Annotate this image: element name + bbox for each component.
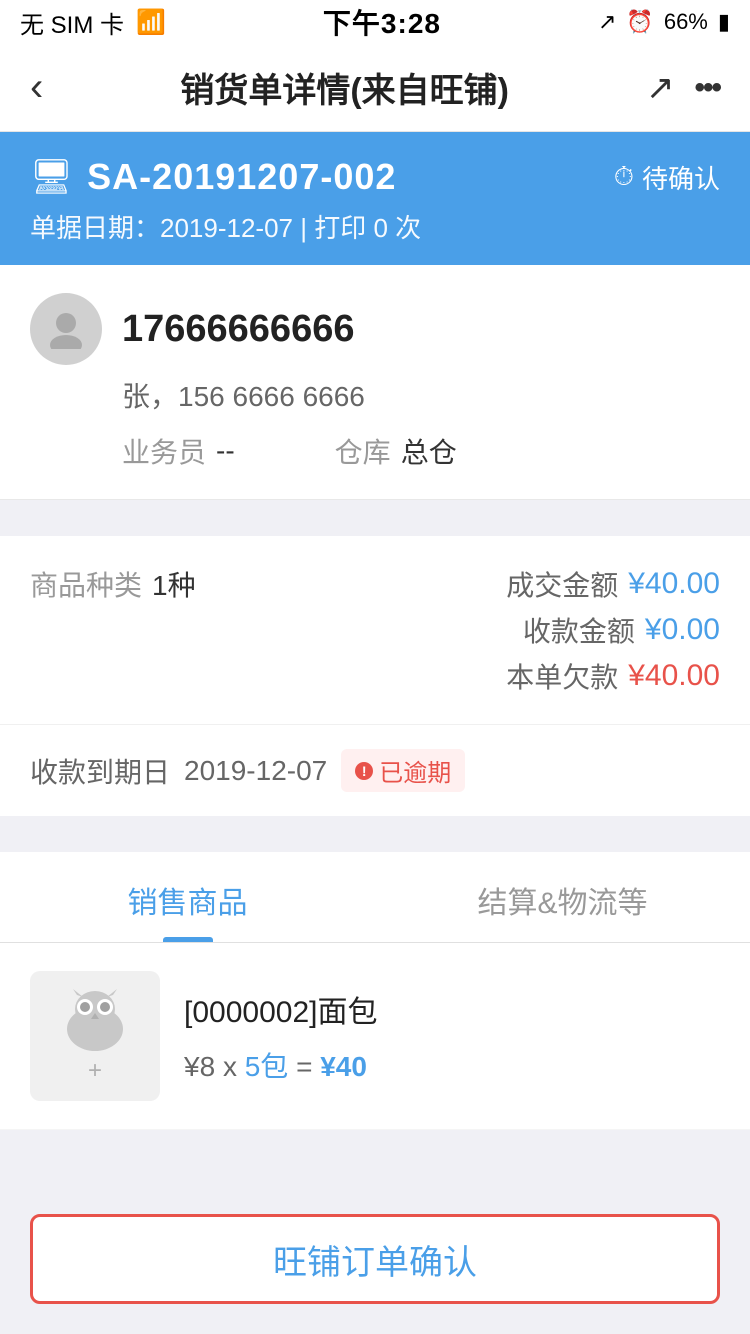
due-date-label: 收款到期日 [30, 751, 170, 791]
product-thumbnail: + [30, 971, 160, 1101]
product-qty: 5包 [245, 1051, 289, 1082]
battery-icon: ▮ [718, 9, 730, 35]
customer-card: 17666666666 张，156 6666 6666 业务员 -- 仓库 总仓 [0, 265, 750, 500]
order-date-value: 2019-12-07 [160, 213, 293, 243]
due-date-row: 收款到期日 2019-12-07 ! 已逾期 [0, 724, 750, 816]
order-header-card: 🖥 SA-20191207-002 ⏱ 待确认 单据日期：2019-12-07 … [0, 132, 750, 265]
wifi-icon: 📶 [136, 8, 166, 37]
back-button[interactable]: ‹ [30, 65, 43, 110]
alarm-icon: ⏰ [626, 9, 653, 35]
location-icon: ↗ [598, 9, 616, 35]
order-date-row: 单据日期：2019-12-07 | 打印 0 次 [30, 208, 720, 245]
owed-amount-value: ¥40.00 [628, 659, 720, 693]
product-price: ¥8 [184, 1051, 215, 1082]
product-list: + [0000002]面包 ¥8 x 5包 = ¥40 [0, 943, 750, 1130]
print-suffix: 次 [395, 213, 421, 243]
overdue-icon: ! [355, 762, 373, 780]
product-calculation: ¥8 x 5包 = ¥40 [184, 1045, 720, 1085]
customer-meta: 业务员 -- 仓库 总仓 [30, 431, 720, 471]
order-type-icon: 🖥 [30, 157, 73, 197]
status-clock-icon: ⏱ [614, 161, 634, 193]
confirm-order-button[interactable]: 旺铺订单确认 [30, 1214, 720, 1304]
product-type-value: 1种 [152, 564, 196, 604]
order-id: SA-20191207-002 [87, 156, 396, 198]
battery-text: 66% [664, 9, 708, 35]
order-status: ⏱ 待确认 [614, 159, 720, 196]
overdue-badge: ! 已逾期 [341, 749, 465, 792]
tab-settlement[interactable]: 结算&物流等 [375, 852, 750, 942]
amount-summary: 成交金额 ¥40.00 收款金额 ¥0.00 本单欠款 ¥40.00 [506, 564, 720, 696]
deal-amount-value: ¥40.00 [628, 567, 720, 601]
customer-name: 张，156 6666 6666 [30, 375, 720, 415]
due-date-value: 2019-12-07 [184, 755, 327, 787]
product-name: [0000002]面包 [184, 987, 720, 1031]
brand-plus: + [88, 1057, 102, 1085]
product-type-label: 商品种类 [30, 564, 142, 604]
owed-amount-label: 本单欠款 [506, 656, 618, 696]
share-button[interactable]: ↗︎ [646, 68, 675, 108]
customer-phone: 17666666666 [122, 308, 354, 351]
salesperson-label: 业务员 [122, 431, 206, 471]
confirm-btn-container: 旺铺订单确认 [0, 1194, 750, 1334]
tab-settlement-label: 结算&物流等 [477, 887, 647, 920]
nav-actions: ↗︎ ••• [646, 68, 720, 108]
print-label: | 打印 [300, 213, 366, 243]
tabs-container: 销售商品 结算&物流等 [0, 852, 750, 943]
status-text: 待确认 [642, 159, 720, 196]
carrier-text: 无 SIM 卡 [20, 5, 124, 40]
status-left: 无 SIM 卡 📶 [20, 5, 166, 40]
tab-sales-products[interactable]: 销售商品 [0, 852, 375, 942]
warehouse-label: 仓库 [335, 431, 391, 471]
product-info: [0000002]面包 ¥8 x 5包 = ¥40 [184, 987, 720, 1085]
warehouse-value: 总仓 [401, 431, 457, 471]
status-time: 下午3:28 [323, 2, 441, 42]
status-right: ↗ ⏰ 66% ▮ [598, 9, 730, 35]
equals-sign: = [296, 1051, 320, 1082]
page-title: 销货单详情(来自旺铺) [180, 63, 509, 112]
multiply-sign: x [223, 1051, 245, 1082]
product-item: + [0000002]面包 ¥8 x 5包 = ¥40 [0, 943, 750, 1130]
salesperson-value: -- [216, 435, 235, 467]
summary-card: 商品种类 1种 成交金额 ¥40.00 收款金额 ¥0.00 本单欠款 ¥40.… [0, 536, 750, 724]
received-amount-label: 收款金额 [523, 610, 635, 650]
date-label: 单据日期： [30, 213, 160, 243]
tab-sales-label: 销售商品 [128, 887, 248, 920]
print-count: 0 [373, 213, 387, 243]
status-bar: 无 SIM 卡 📶 下午3:28 ↗ ⏰ 66% ▮ [0, 0, 750, 44]
confirm-btn-label: 旺铺订单确认 [273, 1235, 477, 1284]
overdue-text: 已逾期 [379, 753, 451, 788]
product-total: ¥40 [320, 1051, 367, 1082]
received-amount-value: ¥0.00 [645, 613, 720, 647]
divider-2 [0, 816, 750, 834]
deal-amount-label: 成交金额 [506, 564, 618, 604]
more-button[interactable]: ••• [694, 71, 720, 105]
divider-1 [0, 500, 750, 518]
nav-bar: ‹ 销货单详情(来自旺铺) ↗︎ ••• [0, 44, 750, 132]
avatar [30, 293, 102, 365]
